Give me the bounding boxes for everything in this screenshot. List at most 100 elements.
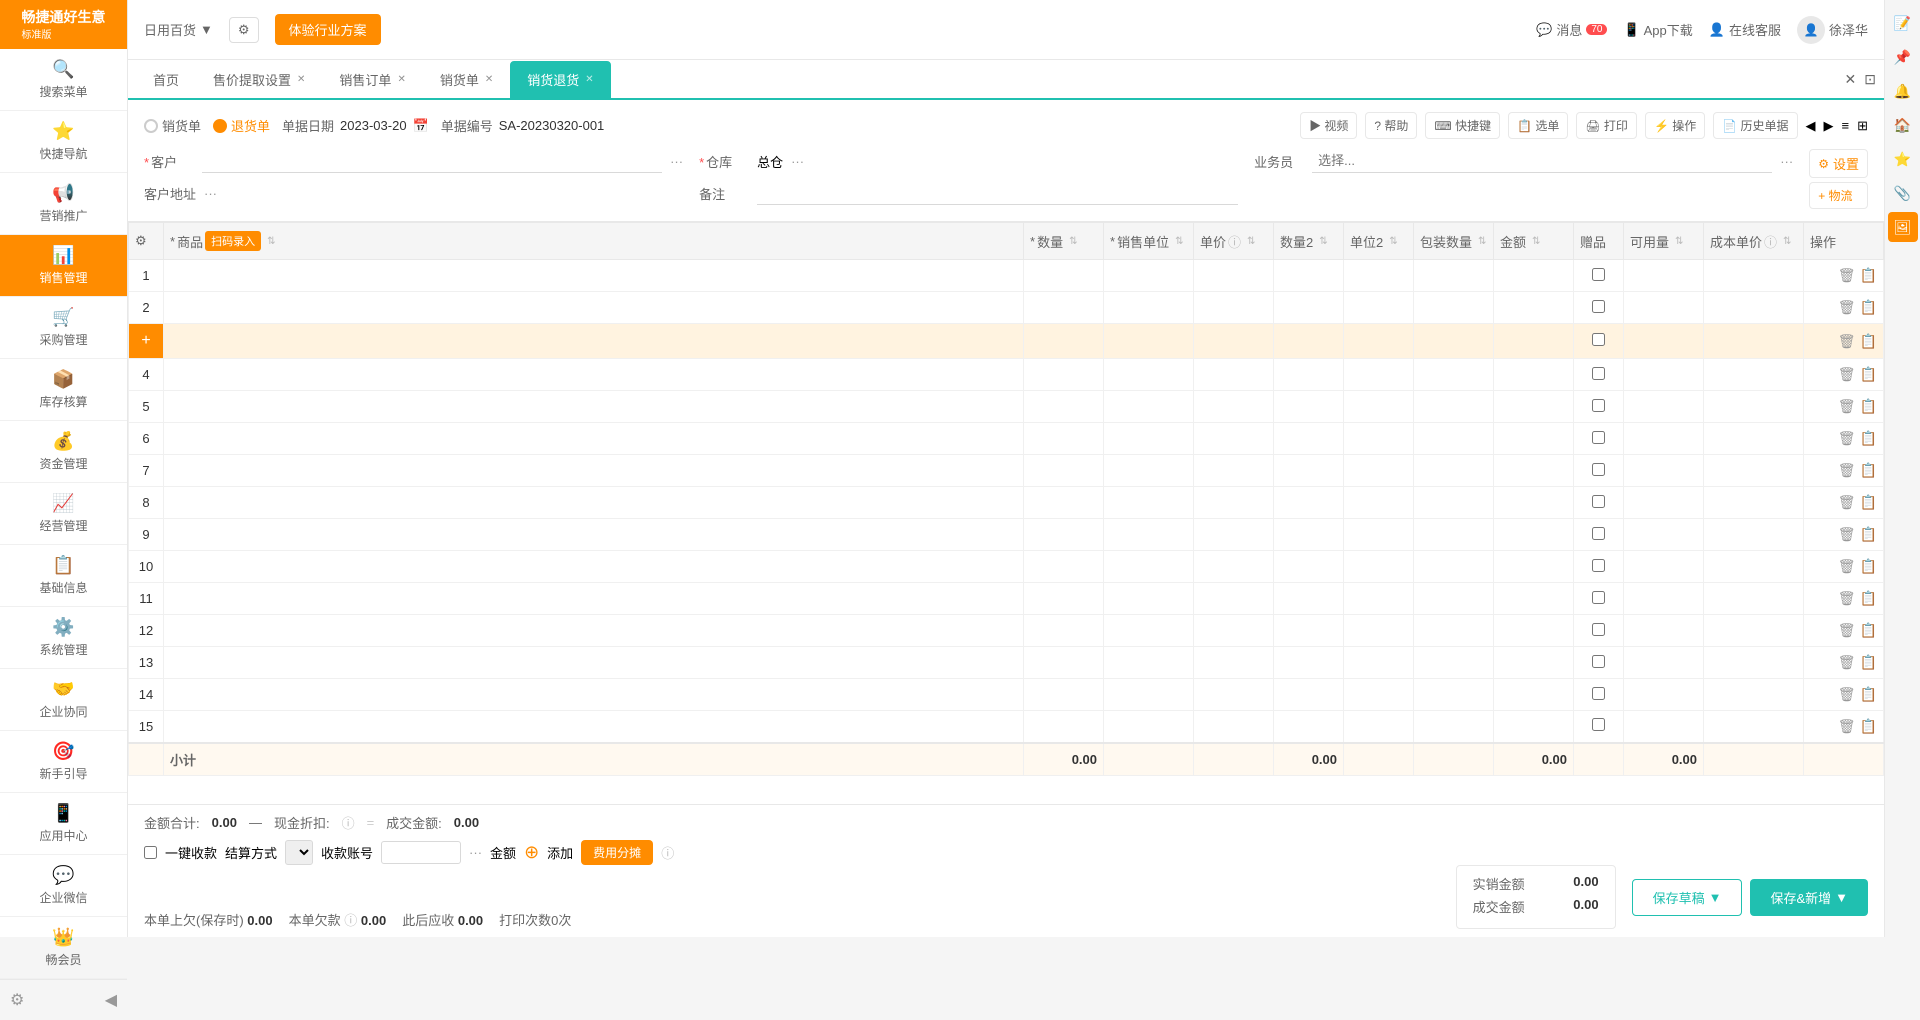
copy-row-btn[interactable]: 📋 <box>1860 686 1877 703</box>
row-qty2-highlighted[interactable] <box>1274 324 1344 359</box>
row-price[interactable] <box>1194 455 1274 487</box>
row-price[interactable] <box>1194 391 1274 423</box>
row-qty[interactable] <box>1024 391 1104 423</box>
delete-row-btn[interactable]: 🗑 <box>1838 398 1856 415</box>
row-qty2[interactable] <box>1274 359 1344 391</box>
row-qty[interactable] <box>1024 519 1104 551</box>
gift-checkbox[interactable] <box>1592 431 1605 444</box>
row-qty2[interactable] <box>1274 615 1344 647</box>
row-pack-qty[interactable] <box>1414 711 1494 743</box>
warehouse-picker[interactable]: ··· <box>791 154 804 169</box>
row-pack-qty[interactable] <box>1414 455 1494 487</box>
scan-button[interactable]: 扫码录入 <box>205 231 261 251</box>
row-product[interactable] <box>164 455 1024 487</box>
row-unit[interactable] <box>1104 711 1194 743</box>
row-amount[interactable] <box>1494 519 1574 551</box>
delete-row-btn[interactable]: 🗑 <box>1838 299 1856 316</box>
sidebar-item-quicknav[interactable]: ⭐ 快捷导航 <box>0 111 127 173</box>
history-btn[interactable]: 📄 历史单据 <box>1713 112 1797 139</box>
row-price[interactable] <box>1194 551 1274 583</box>
row-qty2[interactable] <box>1274 551 1344 583</box>
customer-input[interactable] <box>202 149 662 173</box>
delete-row-btn[interactable]: 🗑 <box>1838 526 1856 543</box>
nav-next-icon[interactable]: ▶ <box>1824 118 1834 134</box>
row-amount[interactable] <box>1494 292 1574 324</box>
row-qty[interactable] <box>1024 583 1104 615</box>
row-unit[interactable] <box>1104 487 1194 519</box>
row-pack-qty[interactable] <box>1414 647 1494 679</box>
draft-dropdown-icon[interactable]: ▼ <box>1709 890 1722 905</box>
delete-row-btn[interactable]: 🗑 <box>1838 462 1856 479</box>
row-cost-price[interactable] <box>1704 711 1804 743</box>
row-unit[interactable] <box>1104 359 1194 391</box>
right-sidebar-home[interactable]: 🏠 <box>1888 110 1918 140</box>
operations-btn[interactable]: ⚡ 操作 <box>1645 112 1705 139</box>
row-unit2[interactable] <box>1344 551 1414 583</box>
select-slip-btn[interactable]: 📋 选单 <box>1508 112 1568 139</box>
unit-sort-icon[interactable]: ⇅ <box>1175 236 1183 247</box>
daily-goods-select[interactable]: 日用百货 ▼ <box>144 20 213 39</box>
row-pack-qty-highlighted[interactable] <box>1414 324 1494 359</box>
collapse-icon[interactable]: ◀ <box>105 990 117 1010</box>
row-product[interactable] <box>164 359 1024 391</box>
row-qty2[interactable] <box>1274 292 1344 324</box>
row-unit[interactable] <box>1104 615 1194 647</box>
row-available-highlighted[interactable] <box>1624 324 1704 359</box>
right-sidebar-bell[interactable]: 🔔 <box>1888 76 1918 106</box>
settings-panel-btn[interactable]: ⚙ 设置 <box>1809 149 1868 178</box>
sidebar-item-member[interactable]: 👑 畅会员 <box>0 917 127 979</box>
settlement-select[interactable] <box>285 840 313 865</box>
row-price[interactable] <box>1194 487 1274 519</box>
sidebar-item-operations[interactable]: 📈 经营管理 <box>0 483 127 545</box>
amount-sort-icon[interactable]: ⇅ <box>1532 236 1540 247</box>
row-available[interactable] <box>1624 519 1704 551</box>
tab-sales-slip-close[interactable]: ✕ <box>485 74 493 85</box>
row-product[interactable] <box>164 711 1024 743</box>
row-qty2[interactable] <box>1274 487 1344 519</box>
tab-sales-order-close[interactable]: ✕ <box>397 74 405 85</box>
delete-row-btn[interactable]: 🗑 <box>1838 686 1856 703</box>
row-qty2[interactable] <box>1274 679 1344 711</box>
row-cost-price[interactable] <box>1704 647 1804 679</box>
tab-sales-slip[interactable]: 销货单 ✕ <box>423 61 510 98</box>
row-product[interactable] <box>164 647 1024 679</box>
calendar-icon[interactable]: 📅 <box>413 118 429 134</box>
row-amount[interactable] <box>1494 551 1574 583</box>
gift-checkbox[interactable] <box>1592 591 1605 604</box>
row-product[interactable] <box>164 551 1024 583</box>
column-settings-icon[interactable]: ⚙ <box>135 233 147 248</box>
row-cost-price[interactable] <box>1704 391 1804 423</box>
settings-bottom-icon[interactable]: ⚙ <box>10 990 24 1010</box>
gift-checkbox[interactable] <box>1592 268 1605 281</box>
sidebar-item-finance[interactable]: 💰 资金管理 <box>0 421 127 483</box>
gift-checkbox[interactable] <box>1592 463 1605 476</box>
row-unit[interactable] <box>1104 455 1194 487</box>
row-available[interactable] <box>1624 423 1704 455</box>
copy-row-btn[interactable]: 📋 <box>1860 267 1877 284</box>
row-amount[interactable] <box>1494 359 1574 391</box>
copy-row-btn[interactable]: 📋 <box>1860 622 1877 639</box>
row-product[interactable] <box>164 487 1024 519</box>
row-pack-qty[interactable] <box>1414 391 1494 423</box>
fee-split-btn[interactable]: 费用分摊 <box>581 840 653 865</box>
row-qty2[interactable] <box>1274 583 1344 615</box>
sidebar-item-search[interactable]: 🔍 搜索菜单 <box>0 49 127 111</box>
save-dropdown-icon[interactable]: ▼ <box>1835 890 1848 905</box>
row-cost-price[interactable] <box>1704 551 1804 583</box>
row-product[interactable] <box>164 292 1024 324</box>
row-price[interactable] <box>1194 711 1274 743</box>
row-qty2[interactable] <box>1274 711 1344 743</box>
row-unit2[interactable] <box>1344 647 1414 679</box>
row-unit2[interactable] <box>1344 292 1414 324</box>
tab-price-extract[interactable]: 售价提取设置 ✕ <box>196 61 322 98</box>
row-available[interactable] <box>1624 359 1704 391</box>
sidebar-item-marketing[interactable]: 📢 营销推广 <box>0 173 127 235</box>
trial-button[interactable]: 体验行业方案 <box>275 14 381 45</box>
row-price[interactable] <box>1194 519 1274 551</box>
tab-sales-order[interactable]: 销售订单 ✕ <box>322 61 422 98</box>
row-price-highlighted[interactable] <box>1194 324 1274 359</box>
row-qty[interactable] <box>1024 359 1104 391</box>
row-pack-qty[interactable] <box>1414 583 1494 615</box>
remark-input[interactable] <box>757 181 1238 205</box>
pack-sort-icon[interactable]: ⇅ <box>1478 236 1486 247</box>
